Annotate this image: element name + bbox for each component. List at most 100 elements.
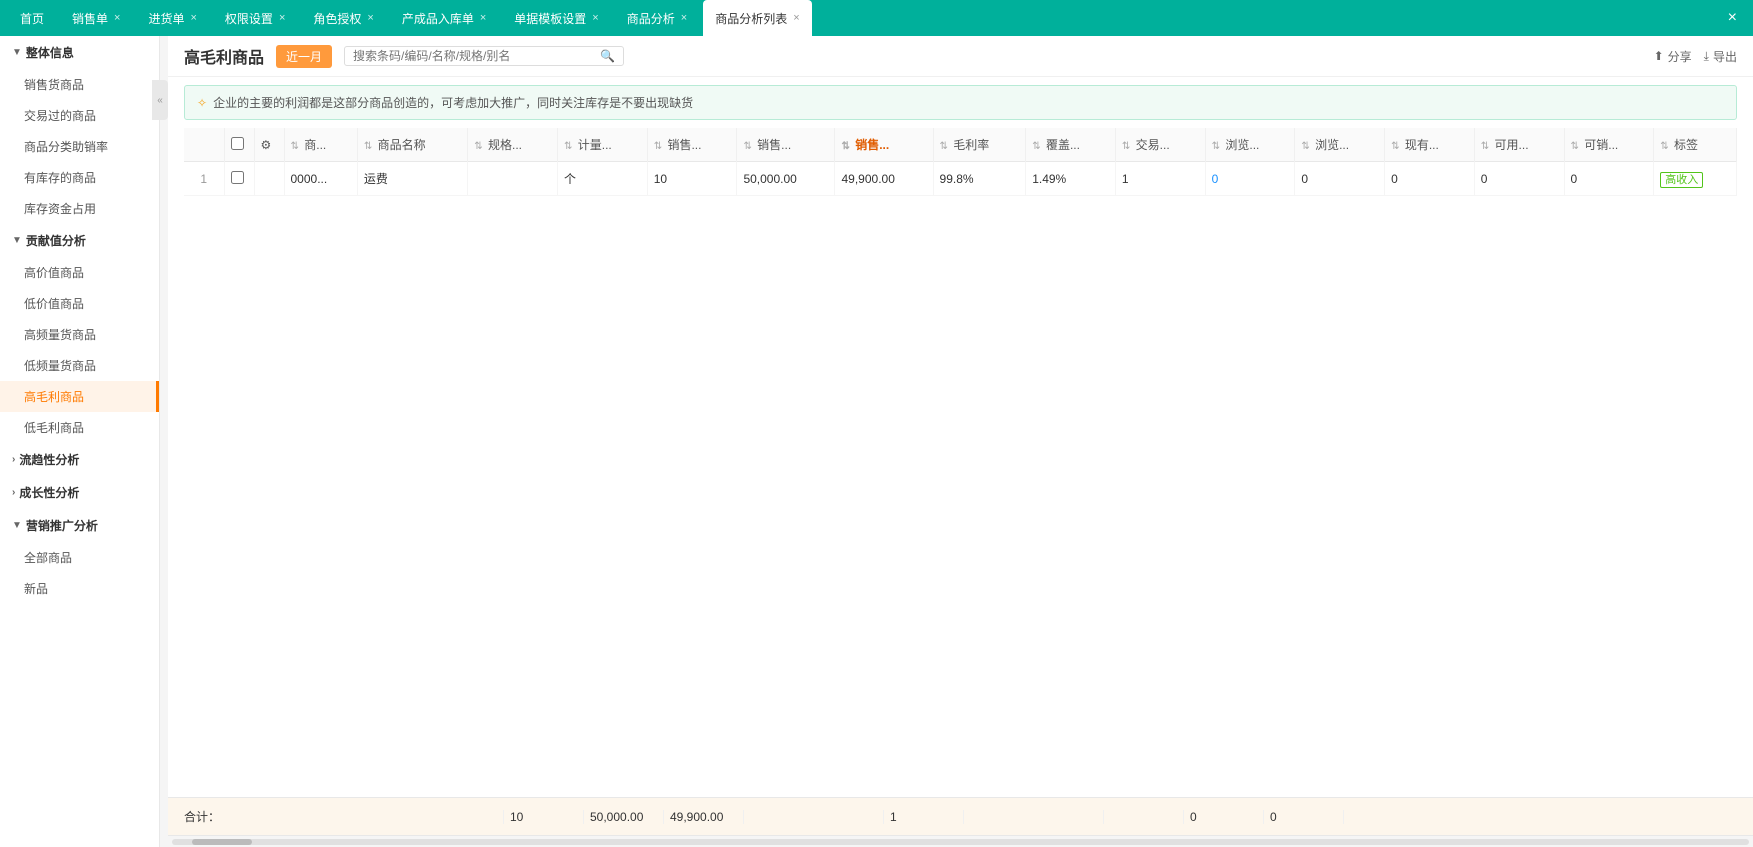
top-navigation: 首页 销售单 × 进货单 × 权限设置 × 角色授权 × 产成品入库单 × 单据…	[0, 0, 1753, 36]
sort-icon-transaction: ⇅	[1122, 141, 1130, 152]
sidebar: ▼ 整体信息 销售货商品 交易过的商品 商品分类助销率 有库存的商品 库存资金占…	[0, 36, 160, 847]
sort-icon-browse2: ⇅	[1301, 141, 1309, 152]
sort-icon-unit: ⇅	[564, 141, 572, 152]
close-template-settings[interactable]: ×	[592, 12, 598, 24]
arrow-icon-5: ▼	[12, 520, 22, 531]
table-wrapper[interactable]: ⚙ ⇅ 商... ⇅ 商品名称 ⇅ 规格...	[168, 128, 1753, 797]
footer-total: 合计： 10 50,000.00 49,900.00 1 0 0	[168, 797, 1753, 835]
content-header: 高毛利商品 近一月 🔍 ⬆ 分享 ⤓ 导出	[168, 36, 1753, 77]
info-icon: ✧	[197, 96, 207, 110]
td-browse1[interactable]: 0	[1205, 162, 1295, 196]
filter-button[interactable]: 近一月	[276, 45, 332, 68]
sidebar-item-in-stock-goods[interactable]: 有库存的商品	[0, 162, 159, 193]
sort-icon-stock: ⇅	[1391, 141, 1399, 152]
tag-badge: 高收入	[1660, 172, 1703, 188]
th-browse2[interactable]: ⇅ 浏览...	[1295, 128, 1385, 162]
search-icon[interactable]: 🔍	[600, 49, 615, 63]
th-settings[interactable]: ⚙	[254, 128, 284, 162]
th-margin-rate[interactable]: ⇅ 毛利率	[933, 128, 1026, 162]
th-sales-profit[interactable]: ⇅ 销售...	[835, 128, 933, 162]
tab-role-permission[interactable]: 角色授权 ×	[301, 0, 385, 36]
content-area: 高毛利商品 近一月 🔍 ⬆ 分享 ⤓ 导出 ✧ 企业的主要的利润都是这部分商品创…	[168, 36, 1753, 847]
horizontal-scrollbar[interactable]	[168, 835, 1753, 847]
th-coverage[interactable]: ⇅ 覆盖...	[1026, 128, 1116, 162]
sidebar-item-high-margin-goods[interactable]: 高毛利商品	[0, 381, 159, 412]
sidebar-collapse-button[interactable]: «	[152, 80, 168, 120]
td-check[interactable]	[224, 162, 254, 196]
sidebar-item-new-goods[interactable]: 新品	[0, 573, 159, 604]
close-all-button[interactable]: ×	[1720, 9, 1745, 27]
settings-icon[interactable]: ⚙	[261, 138, 272, 152]
th-transaction[interactable]: ⇅ 交易...	[1115, 128, 1205, 162]
th-name[interactable]: ⇅ 商品名称	[357, 128, 467, 162]
sidebar-item-low-margin-goods[interactable]: 低毛利商品	[0, 412, 159, 443]
tab-product-entry[interactable]: 产成品入库单 ×	[390, 0, 498, 36]
export-button[interactable]: ⤓ 导出	[1704, 48, 1737, 65]
tab-purchase-order[interactable]: 进货单 ×	[136, 0, 208, 36]
total-label: 合计：	[184, 808, 224, 825]
sidebar-group-marketing[interactable]: ▼ 营销推广分析	[0, 509, 159, 542]
th-check[interactable]	[224, 128, 254, 162]
search-input[interactable]	[353, 49, 600, 63]
td-coverage: 1.49%	[1026, 162, 1116, 196]
close-product-entry[interactable]: ×	[480, 12, 486, 24]
td-margin-rate: 99.8%	[933, 162, 1026, 196]
arrow-icon: ▼	[12, 47, 22, 58]
th-browse1[interactable]: ⇅ 浏览...	[1205, 128, 1295, 162]
main-layout: ▼ 整体信息 销售货商品 交易过的商品 商品分类助销率 有库存的商品 库存资金占…	[0, 36, 1753, 847]
arrow-icon-2: ▼	[12, 235, 22, 246]
row-checkbox[interactable]	[231, 171, 244, 184]
tab-template-settings[interactable]: 单据模板设置 ×	[502, 0, 610, 36]
export-icon: ⤓	[1704, 49, 1709, 64]
td-sales-amt: 50,000.00	[737, 162, 835, 196]
scrollbar-thumb[interactable]	[192, 839, 252, 845]
sidebar-item-high-value-goods[interactable]: 高价值商品	[0, 257, 159, 288]
sidebar-item-low-value-goods[interactable]: 低价值商品	[0, 288, 159, 319]
td-code: 0000...	[284, 162, 357, 196]
sidebar-item-high-freq-goods[interactable]: 高频量货商品	[0, 319, 159, 350]
tab-product-analysis[interactable]: 商品分析 ×	[615, 0, 699, 36]
search-box: 🔍	[344, 46, 624, 66]
sort-icon-sales-amt: ⇅	[743, 141, 751, 152]
th-spec[interactable]: ⇅ 规格...	[468, 128, 558, 162]
sidebar-group-trend[interactable]: › 流趋性分析	[0, 443, 159, 476]
td-available: 0	[1474, 162, 1564, 196]
browse1-link[interactable]: 0	[1212, 172, 1219, 186]
sidebar-group-growth[interactable]: › 成长性分析	[0, 476, 159, 509]
close-role-permission[interactable]: ×	[367, 12, 373, 24]
close-sales-order[interactable]: ×	[114, 12, 120, 24]
close-permission-settings[interactable]: ×	[279, 12, 285, 24]
data-table: ⚙ ⇅ 商... ⇅ 商品名称 ⇅ 规格...	[184, 128, 1737, 196]
sidebar-item-sales-goods[interactable]: 销售货商品	[0, 69, 159, 100]
close-product-analysis-list[interactable]: ×	[793, 12, 799, 24]
sidebar-item-all-goods[interactable]: 全部商品	[0, 542, 159, 573]
close-product-analysis[interactable]: ×	[681, 12, 687, 24]
tab-home[interactable]: 首页	[8, 0, 56, 36]
th-tag[interactable]: ⇅ 标签	[1654, 128, 1737, 162]
total-available: 0	[1184, 810, 1264, 824]
total-spacer1	[244, 810, 504, 824]
sidebar-item-traded-goods[interactable]: 交易过的商品	[0, 100, 159, 131]
close-purchase-order[interactable]: ×	[190, 12, 196, 24]
th-unit[interactable]: ⇅ 计量...	[558, 128, 648, 162]
share-button[interactable]: ⬆ 分享	[1654, 48, 1692, 65]
sort-icon-code: ⇅	[291, 141, 299, 152]
tab-permission-settings[interactable]: 权限设置 ×	[213, 0, 297, 36]
total-transaction: 1	[884, 810, 964, 824]
sort-icon-browse1: ⇅	[1212, 141, 1220, 152]
th-sales-amt[interactable]: ⇅ 销售...	[737, 128, 835, 162]
sidebar-item-goods-classification[interactable]: 商品分类助销率	[0, 131, 159, 162]
sidebar-item-inventory-capital[interactable]: 库存资金占用	[0, 193, 159, 224]
sidebar-group-overall[interactable]: ▼ 整体信息	[0, 36, 159, 69]
tab-product-analysis-list[interactable]: 商品分析列表 ×	[703, 0, 811, 36]
th-code[interactable]: ⇅ 商...	[284, 128, 357, 162]
th-current-stock[interactable]: ⇅ 现有...	[1385, 128, 1475, 162]
sidebar-group-financial[interactable]: ▼ 贡献值分析	[0, 224, 159, 257]
tab-sales-order[interactable]: 销售单 ×	[60, 0, 132, 36]
th-available[interactable]: ⇅ 可用...	[1474, 128, 1564, 162]
th-sellable[interactable]: ⇅ 可销...	[1564, 128, 1654, 162]
select-all-checkbox[interactable]	[231, 137, 244, 150]
td-num: 1	[184, 162, 224, 196]
sidebar-item-low-freq-goods[interactable]: 低频量货商品	[0, 350, 159, 381]
th-sales-qty[interactable]: ⇅ 销售...	[647, 128, 737, 162]
